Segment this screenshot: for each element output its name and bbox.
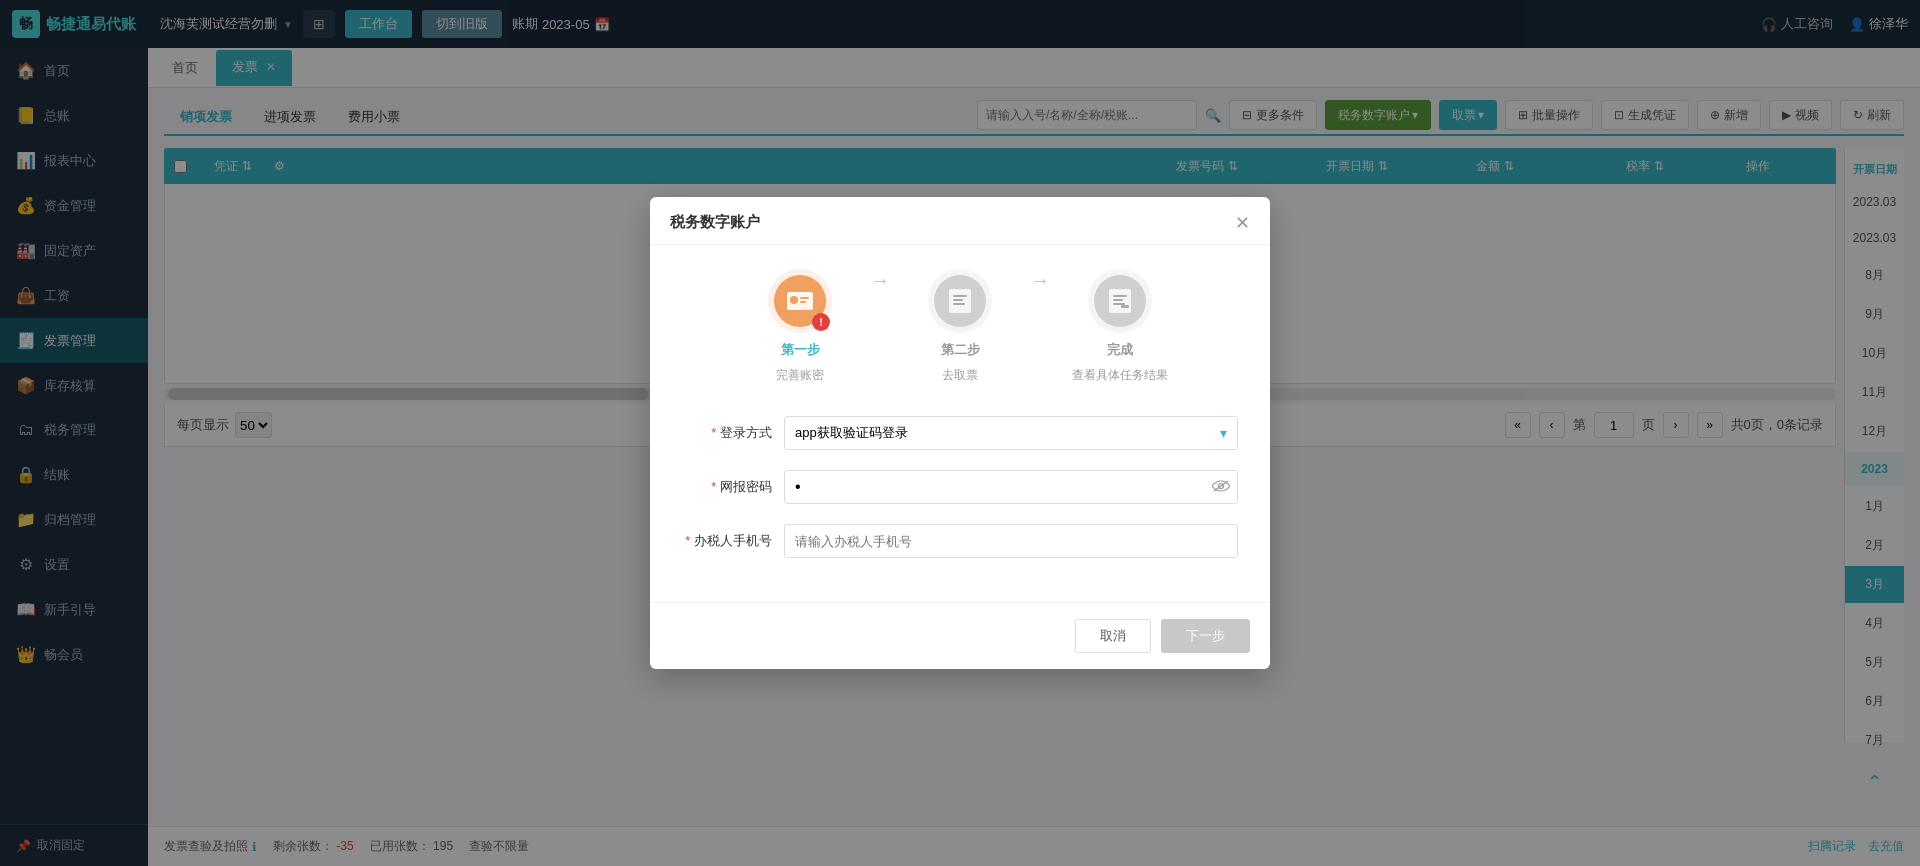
required-star: * xyxy=(711,425,716,440)
modal-close-button[interactable]: ✕ xyxy=(1235,214,1250,232)
required-star3: * xyxy=(685,533,690,548)
step-1: ! 第一步 完善账密 xyxy=(730,269,870,384)
login-method-display[interactable]: app获取验证码登录 ▾ xyxy=(784,416,1238,450)
svg-rect-10 xyxy=(1113,299,1123,301)
step-arrow-1: → xyxy=(870,269,890,332)
step2-label: 第二步 xyxy=(941,341,980,359)
step1-badge: ! xyxy=(812,313,830,331)
step2-desc: 去取票 xyxy=(942,367,978,384)
step1-label: 第一步 xyxy=(781,341,820,359)
modal-body: ! 第一步 完善账密 → xyxy=(650,245,1270,602)
password-eye-icon[interactable] xyxy=(1212,478,1230,496)
password-field-wrap xyxy=(784,470,1238,504)
step2-icon xyxy=(934,275,986,327)
steps-indicator: ! 第一步 完善账密 → xyxy=(682,269,1238,384)
modal-overlay[interactable]: 税务数字账户 ✕ xyxy=(0,0,1920,866)
login-method-select[interactable]: app获取验证码登录 ▾ xyxy=(784,416,1238,450)
modal-title: 税务数字账户 xyxy=(670,213,760,232)
svg-rect-12 xyxy=(1121,305,1129,308)
step-arrow-2: → xyxy=(1030,269,1050,332)
svg-rect-2 xyxy=(800,297,809,299)
svg-rect-11 xyxy=(1113,303,1125,305)
required-star2: * xyxy=(711,479,716,494)
tax-digital-modal: 税务数字账户 ✕ xyxy=(650,197,1270,669)
svg-rect-7 xyxy=(953,303,965,305)
taxpayer-phone-input[interactable] xyxy=(784,524,1238,558)
taxpayer-phone-label: * 办税人手机号 xyxy=(682,532,772,550)
modal-footer: 取消 下一步 xyxy=(650,602,1270,669)
step-2: 第二步 去取票 xyxy=(890,269,1030,384)
step3-icon-wrap xyxy=(1088,269,1152,333)
svg-rect-3 xyxy=(800,301,806,303)
svg-rect-5 xyxy=(953,295,967,297)
form-row-login-method: * 登录方式 app获取验证码登录 ▾ xyxy=(682,416,1238,450)
cancel-button[interactable]: 取消 xyxy=(1075,619,1151,653)
step1-desc: 完善账密 xyxy=(776,367,824,384)
form-row-taxpayer-phone: * 办税人手机号 xyxy=(682,524,1238,558)
svg-rect-9 xyxy=(1113,295,1127,297)
step3-desc: 查看具体任务结果 xyxy=(1072,367,1168,384)
next-button[interactable]: 下一步 xyxy=(1161,619,1250,653)
modal-header: 税务数字账户 ✕ xyxy=(650,197,1270,245)
step3-label: 完成 xyxy=(1107,341,1133,359)
form-row-password: * 网报密码 xyxy=(682,470,1238,504)
step-3: 完成 查看具体任务结果 xyxy=(1050,269,1190,384)
password-input[interactable] xyxy=(784,470,1238,504)
login-method-label: * 登录方式 xyxy=(682,424,772,442)
select-arrow-down-icon: ▾ xyxy=(1220,425,1227,441)
svg-point-1 xyxy=(790,296,798,304)
step3-icon xyxy=(1094,275,1146,327)
step1-icon-wrap: ! xyxy=(768,269,832,333)
password-label: * 网报密码 xyxy=(682,478,772,496)
step2-icon-wrap xyxy=(928,269,992,333)
svg-rect-6 xyxy=(953,299,963,301)
